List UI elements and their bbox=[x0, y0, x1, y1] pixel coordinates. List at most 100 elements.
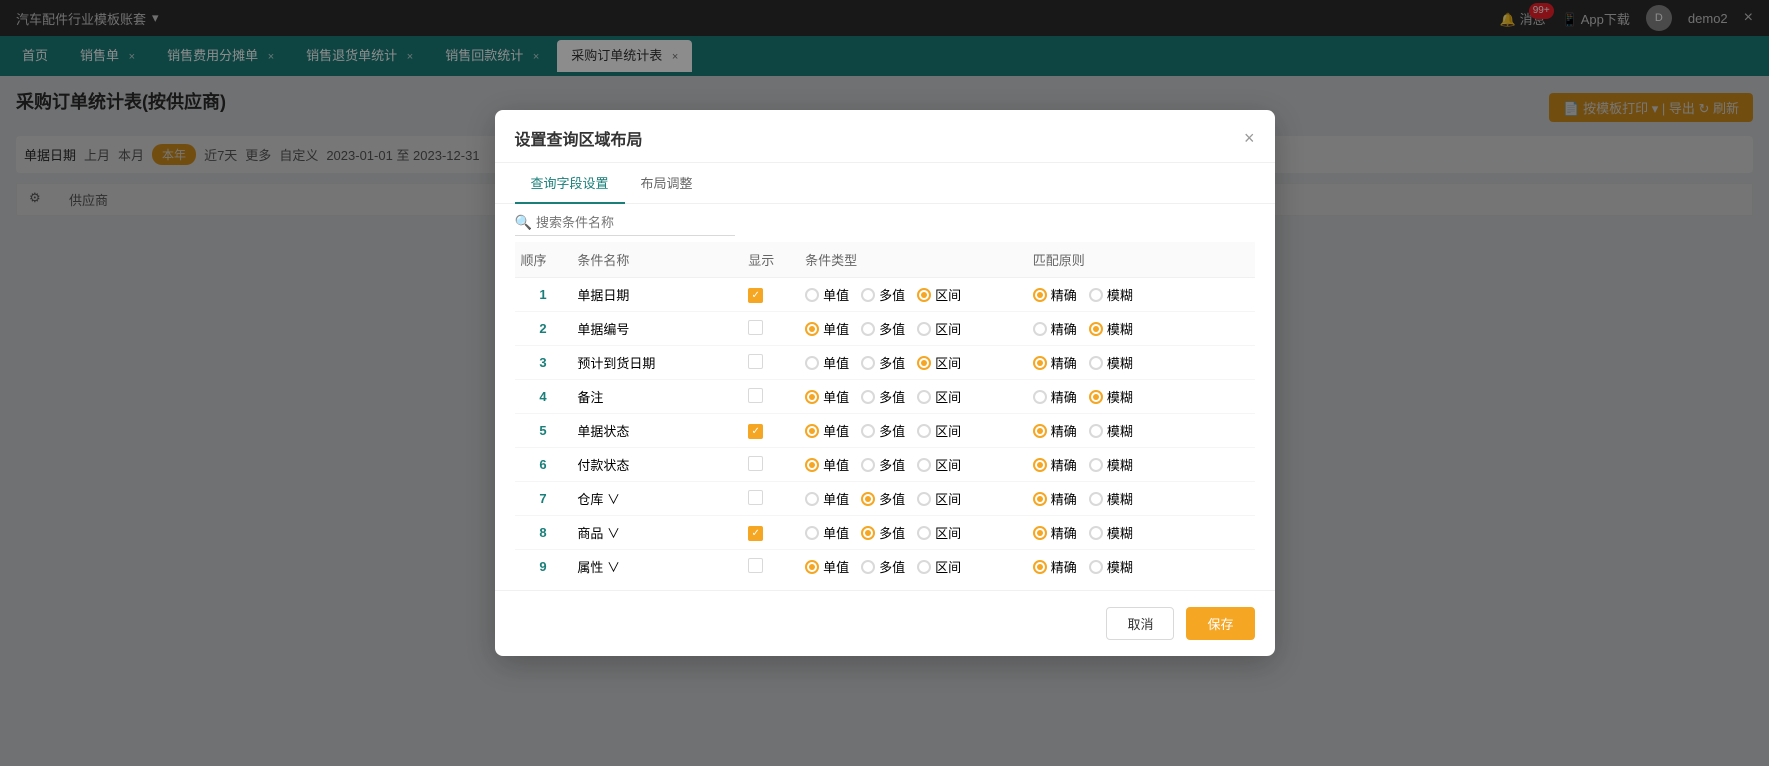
search-input[interactable] bbox=[536, 215, 726, 230]
radio-dot bbox=[1033, 390, 1047, 404]
field-checkbox-8[interactable] bbox=[742, 550, 799, 583]
radio-dot bbox=[861, 356, 875, 370]
type-range-6[interactable]: 区间 bbox=[917, 489, 961, 508]
radio-dot bbox=[1033, 458, 1047, 472]
field-checkbox-1[interactable] bbox=[742, 312, 799, 346]
cancel-btn[interactable]: 取消 bbox=[1106, 607, 1174, 640]
checkbox-4[interactable] bbox=[748, 424, 763, 439]
match-fuzzy-2[interactable]: 模糊 bbox=[1089, 353, 1133, 372]
match-fuzzy-7[interactable]: 模糊 bbox=[1089, 523, 1133, 542]
radio-dot bbox=[1089, 560, 1103, 574]
type-single-8[interactable]: 单值 bbox=[805, 557, 849, 576]
row-index-2: 2 bbox=[515, 312, 572, 346]
type-multi-6[interactable]: 多值 bbox=[861, 489, 905, 508]
type-range-8[interactable]: 区间 bbox=[917, 557, 961, 576]
type-single-6[interactable]: 单值 bbox=[805, 489, 849, 508]
type-single-0[interactable]: 单值 bbox=[805, 285, 849, 304]
match-fuzzy-5[interactable]: 模糊 bbox=[1089, 455, 1133, 474]
type-single-2[interactable]: 单值 bbox=[805, 353, 849, 372]
radio-dot bbox=[805, 526, 819, 540]
field-checkbox-6[interactable] bbox=[742, 482, 799, 516]
radio-label: 单值 bbox=[823, 557, 849, 576]
field-name-7: 商品 ∨ bbox=[571, 516, 742, 550]
type-multi-8[interactable]: 多值 bbox=[861, 557, 905, 576]
radio-label: 区间 bbox=[935, 319, 961, 338]
type-single-1[interactable]: 单值 bbox=[805, 319, 849, 338]
match-fuzzy-8[interactable]: 模糊 bbox=[1089, 557, 1133, 576]
radio-label: 多值 bbox=[879, 455, 905, 474]
type-range-0[interactable]: 区间 bbox=[917, 285, 961, 304]
match-exact-6[interactable]: 精确 bbox=[1033, 489, 1077, 508]
type-single-5[interactable]: 单值 bbox=[805, 455, 849, 474]
match-exact-8[interactable]: 精确 bbox=[1033, 557, 1077, 576]
row-index-3: 3 bbox=[515, 346, 572, 380]
type-multi-3[interactable]: 多值 bbox=[861, 387, 905, 406]
type-single-4[interactable]: 单值 bbox=[805, 421, 849, 440]
radio-label: 精确 bbox=[1051, 489, 1077, 508]
match-fuzzy-6[interactable]: 模糊 bbox=[1089, 489, 1133, 508]
dialog-title: 设置查询区域布局 bbox=[515, 126, 643, 150]
radio-dot bbox=[1089, 424, 1103, 438]
match-exact-2[interactable]: 精确 bbox=[1033, 353, 1077, 372]
radio-label: 精确 bbox=[1051, 455, 1077, 474]
radio-label: 模糊 bbox=[1107, 319, 1133, 338]
checkbox-0[interactable] bbox=[748, 288, 763, 303]
checkbox-3[interactable] bbox=[748, 388, 763, 403]
radio-label: 区间 bbox=[935, 523, 961, 542]
type-multi-5[interactable]: 多值 bbox=[861, 455, 905, 474]
checkbox-2[interactable] bbox=[748, 354, 763, 369]
checkbox-7[interactable] bbox=[748, 526, 763, 541]
match-exact-3[interactable]: 精确 bbox=[1033, 387, 1077, 406]
type-range-5[interactable]: 区间 bbox=[917, 455, 961, 474]
checkbox-1[interactable] bbox=[748, 320, 763, 335]
type-multi-1[interactable]: 多值 bbox=[861, 319, 905, 338]
type-multi-7[interactable]: 多值 bbox=[861, 523, 905, 542]
match-fuzzy-0[interactable]: 模糊 bbox=[1089, 285, 1133, 304]
match-exact-7[interactable]: 精确 bbox=[1033, 523, 1077, 542]
type-multi-4[interactable]: 多值 bbox=[861, 421, 905, 440]
type-range-3[interactable]: 区间 bbox=[917, 387, 961, 406]
match-fuzzy-4[interactable]: 模糊 bbox=[1089, 421, 1133, 440]
type-single-3[interactable]: 单值 bbox=[805, 387, 849, 406]
field-name-1: 单据编号 bbox=[571, 312, 742, 346]
field-checkbox-5[interactable] bbox=[742, 448, 799, 482]
radio-dot bbox=[861, 390, 875, 404]
type-multi-2[interactable]: 多值 bbox=[861, 353, 905, 372]
match-exact-0[interactable]: 精确 bbox=[1033, 285, 1077, 304]
save-btn[interactable]: 保存 bbox=[1186, 607, 1254, 640]
radio-dot bbox=[861, 560, 875, 574]
dialog-close-btn[interactable]: × bbox=[1244, 129, 1255, 147]
type-range-7[interactable]: 区间 bbox=[917, 523, 961, 542]
radio-label: 多值 bbox=[879, 421, 905, 440]
checkbox-6[interactable] bbox=[748, 490, 763, 505]
match-fuzzy-3[interactable]: 模糊 bbox=[1089, 387, 1133, 406]
match-group-1: 精确 模糊 bbox=[1027, 312, 1255, 346]
radio-label: 单值 bbox=[823, 489, 849, 508]
type-single-7[interactable]: 单值 bbox=[805, 523, 849, 542]
radio-dot bbox=[917, 526, 931, 540]
type-range-2[interactable]: 区间 bbox=[917, 353, 961, 372]
type-group-1: 单值多值 区间 bbox=[799, 312, 1027, 346]
type-group-3: 单值多值区间 bbox=[799, 380, 1027, 414]
radio-label: 单值 bbox=[823, 319, 849, 338]
col-type: 条件类型 bbox=[799, 242, 1027, 278]
radio-label: 多值 bbox=[879, 353, 905, 372]
checkbox-5[interactable] bbox=[748, 456, 763, 471]
match-fuzzy-1[interactable]: 模糊 bbox=[1089, 319, 1133, 338]
type-multi-0[interactable]: 多值 bbox=[861, 285, 905, 304]
radio-label: 精确 bbox=[1051, 557, 1077, 576]
tab-layout[interactable]: 布局调整 bbox=[625, 163, 709, 204]
checkbox-8[interactable] bbox=[748, 558, 763, 573]
type-range-4[interactable]: 区间 bbox=[917, 421, 961, 440]
field-checkbox-0[interactable] bbox=[742, 278, 799, 312]
field-checkbox-4[interactable] bbox=[742, 414, 799, 448]
field-checkbox-7[interactable] bbox=[742, 516, 799, 550]
field-checkbox-2[interactable] bbox=[742, 346, 799, 380]
tab-query-fields[interactable]: 查询字段设置 bbox=[515, 163, 625, 204]
match-exact-1[interactable]: 精确 bbox=[1033, 319, 1077, 338]
radio-dot bbox=[805, 560, 819, 574]
field-checkbox-3[interactable] bbox=[742, 380, 799, 414]
match-exact-4[interactable]: 精确 bbox=[1033, 421, 1077, 440]
match-exact-5[interactable]: 精确 bbox=[1033, 455, 1077, 474]
type-range-1[interactable]: 区间 bbox=[917, 319, 961, 338]
